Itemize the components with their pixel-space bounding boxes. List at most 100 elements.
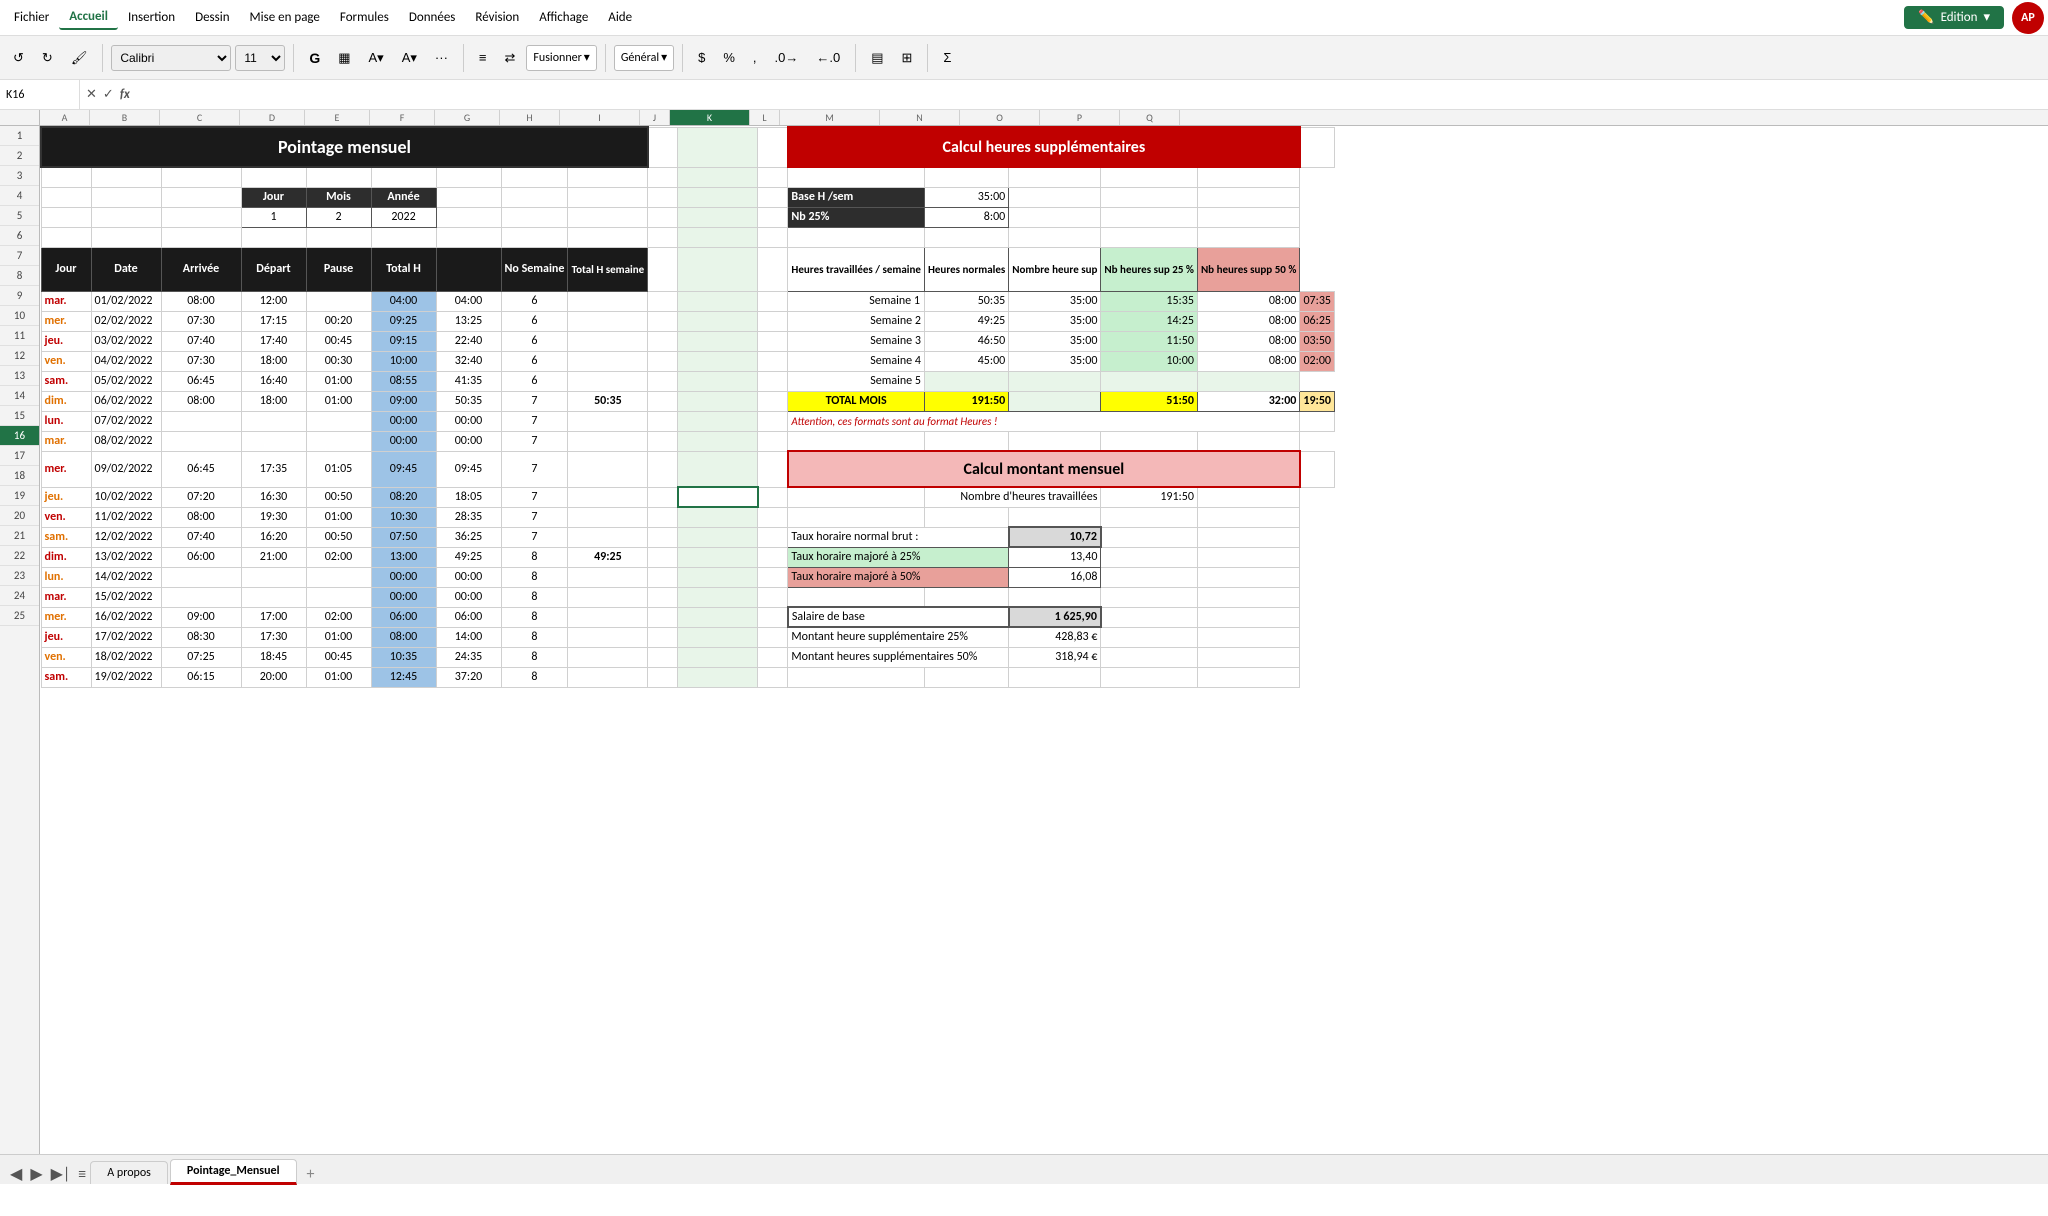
- cell-B14[interactable]: 08/02/2022: [91, 431, 161, 451]
- cell-D6-depart-hdr[interactable]: Départ: [241, 247, 306, 291]
- cell-C13[interactable]: [161, 411, 241, 431]
- row-num-16[interactable]: 16: [0, 426, 39, 446]
- cell-G11[interactable]: 41:35: [436, 371, 501, 391]
- cell-L9[interactable]: [758, 331, 788, 351]
- cell-E10[interactable]: 00:30: [306, 351, 371, 371]
- cell-A11[interactable]: sam.: [41, 371, 91, 391]
- cell-M13-note[interactable]: Attention, ces formats sont au format He…: [788, 411, 1300, 431]
- cell-O19-taux25-val[interactable]: 13,40: [1009, 547, 1101, 567]
- cell-K10[interactable]: [678, 351, 758, 371]
- cell-F4-val[interactable]: 2022: [371, 207, 436, 227]
- cell-O5[interactable]: [1009, 227, 1101, 247]
- cell-G16[interactable]: 18:05: [436, 487, 501, 507]
- cell-K24[interactable]: [678, 647, 758, 667]
- cell-G22[interactable]: 06:00: [436, 607, 501, 627]
- cell-O17[interactable]: [1009, 507, 1101, 527]
- decrease-decimal-button[interactable]: ←.0: [809, 46, 847, 69]
- cell-N6-norm[interactable]: Heures normales: [924, 247, 1008, 291]
- cell-K11[interactable]: [678, 371, 758, 391]
- cell-K8[interactable]: [678, 311, 758, 331]
- cell-O4[interactable]: [1009, 207, 1101, 227]
- cell-O23-montant25-val[interactable]: 428,83 €: [1009, 627, 1101, 647]
- cell-H15[interactable]: 7: [501, 451, 568, 487]
- cell-M24-montant50[interactable]: Montant heures supplémentaires 50%: [788, 647, 1009, 667]
- cell-E16[interactable]: 00:50: [306, 487, 371, 507]
- cell-M18-taux-normal[interactable]: Taux horaire normal brut :: [788, 527, 1009, 547]
- cell-H20[interactable]: 8: [501, 567, 568, 587]
- cell-D13[interactable]: [241, 411, 306, 431]
- cell-M16[interactable]: [788, 487, 925, 507]
- cell-G5[interactable]: [436, 227, 501, 247]
- cell-Q4[interactable]: [1197, 207, 1299, 227]
- cell-L22[interactable]: [758, 607, 788, 627]
- cell-J25[interactable]: [648, 667, 678, 687]
- cell-F24[interactable]: 10:35: [371, 647, 436, 667]
- cell-L12[interactable]: [758, 391, 788, 411]
- cell-A23[interactable]: jeu.: [41, 627, 91, 647]
- wrap-button[interactable]: ⇄: [498, 46, 523, 70]
- cell-L16[interactable]: [758, 487, 788, 507]
- cell-F9[interactable]: 09:15: [371, 331, 436, 351]
- cell-Q2[interactable]: [1197, 167, 1299, 187]
- cell-N3-base-val[interactable]: 35:00: [924, 187, 1008, 207]
- cell-N7-s1-trav[interactable]: 50:35: [924, 291, 1008, 311]
- cell-O2[interactable]: [1009, 167, 1101, 187]
- cell-A4[interactable]: [41, 207, 91, 227]
- cell-O18-taux-val[interactable]: 10,72: [1009, 527, 1101, 547]
- cell-D19[interactable]: 21:00: [241, 547, 306, 567]
- cell-B8[interactable]: 02/02/2022: [91, 311, 161, 331]
- cell-D21[interactable]: [241, 587, 306, 607]
- row-num-12[interactable]: 12: [0, 346, 39, 366]
- cell-M6-trav[interactable]: Heures travaillées / semaine: [788, 247, 925, 291]
- cell-B11[interactable]: 05/02/2022: [91, 371, 161, 391]
- row-num-20[interactable]: 20: [0, 506, 39, 526]
- cell-Q8-s50[interactable]: 06:25: [1300, 311, 1335, 331]
- cell-C25[interactable]: 06:15: [161, 667, 241, 687]
- cell-M3-base[interactable]: Base H /sem: [788, 187, 925, 207]
- cell-M19-taux25[interactable]: Taux horaire majoré à 25%: [788, 547, 1009, 567]
- cell-L24[interactable]: [758, 647, 788, 667]
- cell-D9[interactable]: 17:40: [241, 331, 306, 351]
- cell-A12[interactable]: dim.: [41, 391, 91, 411]
- cell-G24[interactable]: 24:35: [436, 647, 501, 667]
- cell-F7[interactable]: 04:00: [371, 291, 436, 311]
- tab-add-button[interactable]: +: [299, 1165, 323, 1184]
- row-num-13[interactable]: 13: [0, 366, 39, 386]
- cell-G12[interactable]: 50:35: [436, 391, 501, 411]
- cell-E13[interactable]: [306, 411, 371, 431]
- cell-D4-val[interactable]: 1: [241, 207, 306, 227]
- more-button[interactable]: ···: [428, 46, 455, 69]
- cell-G9[interactable]: 22:40: [436, 331, 501, 351]
- table-format-button[interactable]: ⊞: [895, 46, 920, 70]
- cell-G8[interactable]: 13:25: [436, 311, 501, 331]
- cell-P5[interactable]: [1101, 227, 1198, 247]
- cell-D25[interactable]: 20:00: [241, 667, 306, 687]
- cell-M4-nb25[interactable]: Nb 25%: [788, 207, 925, 227]
- cell-M21[interactable]: [788, 587, 925, 607]
- cell-F12[interactable]: 09:00: [371, 391, 436, 411]
- cell-P3[interactable]: [1101, 187, 1198, 207]
- cell-I9[interactable]: [568, 331, 648, 351]
- cell-H21[interactable]: 8: [501, 587, 568, 607]
- cell-F2[interactable]: [371, 167, 436, 187]
- cell-I20[interactable]: [568, 567, 648, 587]
- cell-E2[interactable]: [306, 167, 371, 187]
- cell-B12[interactable]: 06/02/2022: [91, 391, 161, 411]
- cell-M20-taux50[interactable]: Taux horaire majoré à 50%: [788, 567, 1009, 587]
- cell-P24[interactable]: [1101, 647, 1198, 667]
- cell-C21[interactable]: [161, 587, 241, 607]
- cell-L14[interactable]: [758, 431, 788, 451]
- cell-C9[interactable]: 07:40: [161, 331, 241, 351]
- cell-A18[interactable]: sam.: [41, 527, 91, 547]
- font-size-selector[interactable]: 11: [235, 45, 285, 71]
- cell-I19[interactable]: 49:25: [568, 547, 648, 567]
- cell-K18[interactable]: [678, 527, 758, 547]
- cell-N8-norm[interactable]: 35:00: [1009, 311, 1101, 331]
- row-num-18[interactable]: 18: [0, 466, 39, 486]
- cell-K19[interactable]: [678, 547, 758, 567]
- cell-K7[interactable]: [678, 291, 758, 311]
- cell-Q17[interactable]: [1197, 507, 1299, 527]
- formula-input[interactable]: [136, 87, 2048, 102]
- cell-L1[interactable]: [758, 127, 788, 167]
- cell-C11[interactable]: 06:45: [161, 371, 241, 391]
